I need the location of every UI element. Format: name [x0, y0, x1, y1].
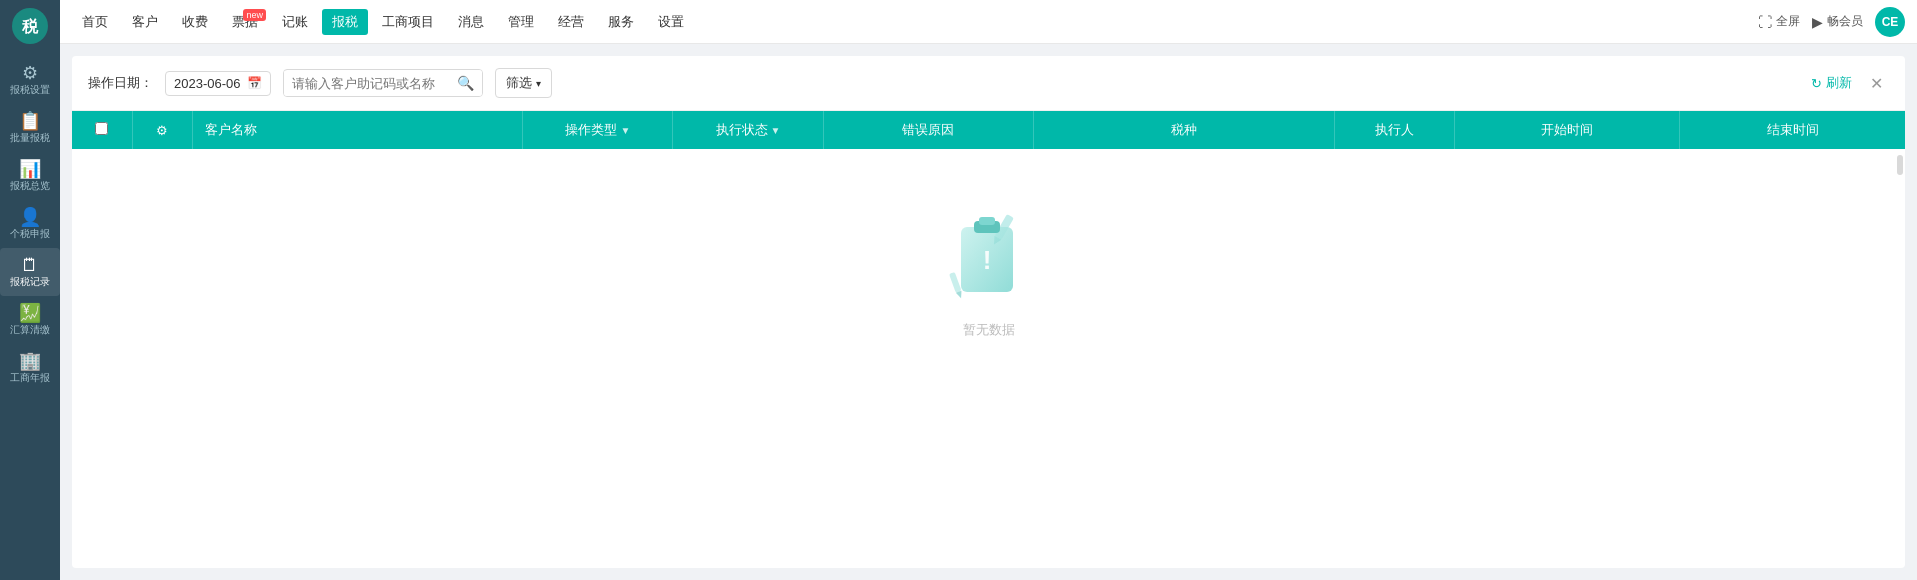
- sidebar-item-label-huisuanjiaonaon: 汇算清缴: [10, 324, 50, 336]
- svg-text:税: 税: [21, 17, 39, 35]
- search-box: 🔍: [283, 69, 483, 97]
- new-badge: new: [243, 9, 266, 22]
- svg-rect-8: [949, 272, 961, 293]
- sidebar-item-label-piliangshuibao: 批量报税: [10, 132, 50, 144]
- nav-shouye[interactable]: 首页: [72, 9, 118, 35]
- refresh-label: 刷新: [1826, 74, 1852, 92]
- fullscreen-btn[interactable]: ⛶ 全屏: [1758, 13, 1800, 30]
- sidebar-item-baoshuijilu[interactable]: 🗒 报税记录: [0, 248, 60, 296]
- date-picker[interactable]: 2023-06-06 📅: [165, 71, 271, 96]
- refresh-icon: ↻: [1811, 76, 1822, 91]
- vip-icon: ▶: [1812, 14, 1823, 30]
- col-error-header: 错误原因: [823, 111, 1033, 149]
- nav-baoshui[interactable]: 报税: [322, 9, 368, 35]
- refresh-button[interactable]: ↻ 刷新: [1811, 74, 1852, 92]
- gear-icon[interactable]: ⚙: [156, 123, 168, 138]
- svg-rect-6: [979, 217, 995, 225]
- nav-items: 首页 客户 收费 票据 new 记账 报税 工商项目 消息: [72, 9, 1758, 35]
- toolbar: 操作日期： 2023-06-06 📅 🔍 筛选 ▾ ↻ 刷新: [72, 56, 1905, 111]
- sidebar-item-geshuishenbaon[interactable]: 👤 个税申报: [0, 200, 60, 248]
- sidebar: 税 ⚙ 报税设置 📋 批量报税 📊 报税总览 👤 个税申报 🗒 报税记录 💹 汇…: [0, 0, 60, 580]
- navbar: 首页 客户 收费 票据 new 记账 报税 工商项目 消息: [60, 0, 1917, 44]
- empty-illustration: !: [939, 209, 1039, 309]
- empty-text: 暂无数据: [963, 321, 1015, 339]
- main-wrapper: 首页 客户 收费 票据 new 记账 报税 工商项目 消息: [60, 0, 1917, 580]
- empty-svg: !: [939, 209, 1039, 319]
- sidebar-item-label-baoshuizonglan: 报税总览: [10, 180, 50, 192]
- record-icon: 🗒: [21, 256, 39, 274]
- col-tax-header: 税种: [1034, 111, 1334, 149]
- nav-shoufei[interactable]: 收费: [172, 9, 218, 35]
- vip-label: 畅会员: [1827, 13, 1863, 30]
- report-settings-icon: ⚙: [22, 64, 38, 82]
- nav-gongshang[interactable]: 工商项目: [372, 9, 444, 35]
- search-input[interactable]: [284, 71, 449, 96]
- empty-state: !: [72, 149, 1905, 399]
- calendar-icon: 📅: [247, 76, 262, 90]
- nav-piao[interactable]: 票据 new: [222, 9, 268, 35]
- table-wrapper: ⚙ 客户名称 操作类型 ▼: [72, 111, 1905, 399]
- close-button[interactable]: ✕: [1864, 72, 1889, 95]
- svg-text:!: !: [982, 245, 991, 275]
- nav-guanli[interactable]: 管理: [498, 9, 544, 35]
- nav-jingying[interactable]: 经营: [548, 9, 594, 35]
- sidebar-item-gongshangnianbao[interactable]: 🏢 工商年报: [0, 344, 60, 392]
- date-label: 操作日期：: [88, 74, 153, 92]
- search-button[interactable]: 🔍: [449, 70, 482, 96]
- nav-xiaoxi[interactable]: 消息: [448, 9, 494, 35]
- sidebar-item-label-baoshuishezhi: 报税设置: [10, 84, 50, 96]
- vip-btn[interactable]: ▶ 畅会员: [1812, 13, 1863, 30]
- col-optype-header: 操作类型 ▼: [523, 111, 673, 149]
- app-logo[interactable]: 税: [12, 8, 48, 44]
- annual-report-icon: 🏢: [19, 352, 41, 370]
- content-area: 操作日期： 2023-06-06 📅 🔍 筛选 ▾ ↻ 刷新: [60, 44, 1917, 580]
- chevron-down-icon: ▾: [536, 78, 541, 89]
- avatar-text: CE: [1882, 15, 1899, 29]
- page-container: 操作日期： 2023-06-06 📅 🔍 筛选 ▾ ↻ 刷新: [72, 56, 1905, 568]
- status-filter-icon[interactable]: ▼: [771, 125, 781, 136]
- nav-jizhang[interactable]: 记账: [272, 9, 318, 35]
- nav-fuwu[interactable]: 服务: [598, 9, 644, 35]
- personal-tax-icon: 👤: [19, 208, 41, 226]
- sidebar-item-label-geshuishenbaon: 个税申报: [10, 228, 50, 240]
- col-executor-header: 执行人: [1334, 111, 1454, 149]
- col-starttime-header: 开始时间: [1454, 111, 1679, 149]
- sidebar-item-piliangshuibao[interactable]: 📋 批量报税: [0, 104, 60, 152]
- col-gear-header: ⚙: [132, 111, 192, 149]
- avatar[interactable]: CE: [1875, 7, 1905, 37]
- nav-kehu[interactable]: 客户: [122, 9, 168, 35]
- settlement-icon: 💹: [19, 304, 41, 322]
- sidebar-item-huisuanjiaonaon[interactable]: 💹 汇算清缴: [0, 296, 60, 344]
- col-status-header: 执行状态 ▼: [673, 111, 823, 149]
- sidebar-item-label-baoshuijilu: 报税记录: [10, 276, 50, 288]
- sidebar-item-label-gongshangnianbao: 工商年报: [10, 372, 50, 384]
- fullscreen-icon: ⛶: [1758, 14, 1772, 30]
- navbar-right: ⛶ 全屏 ▶ 畅会员 CE: [1758, 7, 1905, 37]
- data-table: ⚙ 客户名称 操作类型 ▼: [72, 111, 1905, 399]
- sidebar-item-baoshuishezhi[interactable]: ⚙ 报税设置: [0, 56, 60, 104]
- select-all-checkbox[interactable]: [95, 122, 108, 135]
- date-value: 2023-06-06: [174, 76, 241, 91]
- overview-icon: 📊: [19, 160, 41, 178]
- filter-button[interactable]: 筛选 ▾: [495, 68, 552, 98]
- col-endtime-header: 结束时间: [1680, 111, 1905, 149]
- optype-filter-icon[interactable]: ▼: [620, 125, 630, 136]
- col-customer-header: 客户名称: [192, 111, 523, 149]
- nav-shezhi[interactable]: 设置: [648, 9, 694, 35]
- sidebar-item-baoshuizonglan[interactable]: 📊 报税总览: [0, 152, 60, 200]
- filter-label: 筛选: [506, 74, 532, 92]
- batch-tax-icon: 📋: [19, 112, 41, 130]
- fullscreen-label: 全屏: [1776, 13, 1800, 30]
- col-check-header: [72, 111, 132, 149]
- scrollbar-thumb[interactable]: [1897, 155, 1903, 175]
